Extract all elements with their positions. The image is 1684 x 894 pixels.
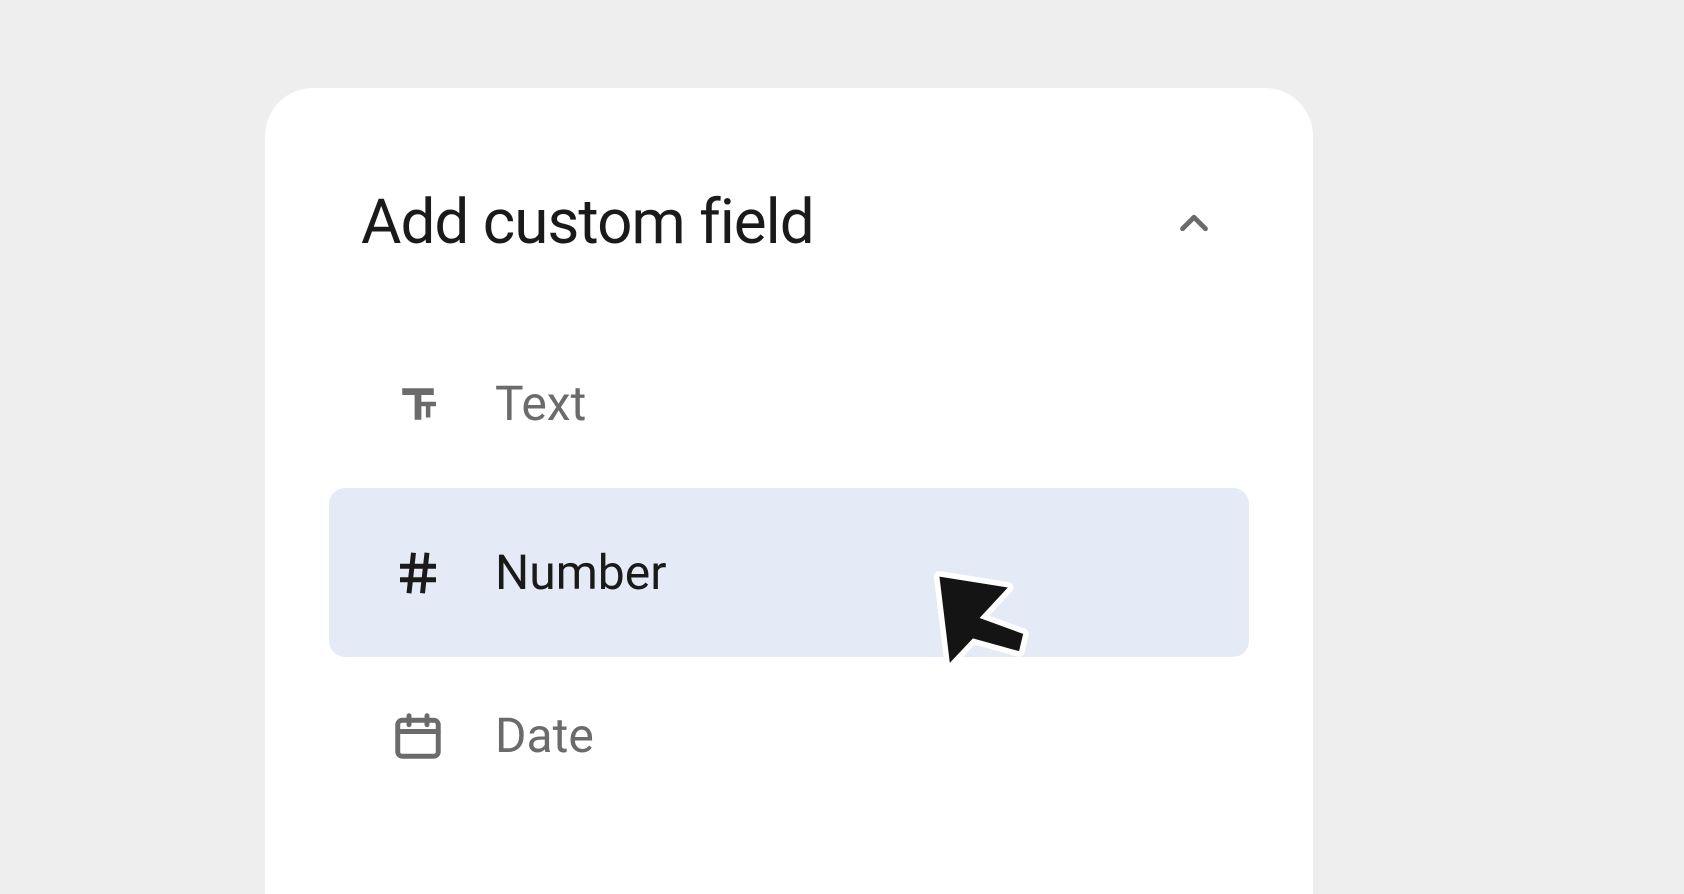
panel-header: Add custom field [265, 88, 1313, 319]
field-option-text[interactable]: Text [329, 319, 1249, 488]
field-type-options: Text Number Date [265, 319, 1313, 794]
text-icon [391, 377, 445, 431]
add-custom-field-panel: Add custom field Text [265, 88, 1313, 894]
field-option-date[interactable]: Date [329, 657, 1249, 794]
panel-title: Add custom field [361, 186, 814, 259]
field-option-label: Text [495, 375, 586, 432]
number-icon [391, 546, 445, 600]
date-icon [391, 709, 445, 763]
chevron-up-icon[interactable] [1171, 200, 1217, 246]
field-option-number[interactable]: Number [329, 488, 1249, 657]
field-option-label: Number [495, 544, 666, 601]
field-option-label: Date [495, 707, 594, 764]
